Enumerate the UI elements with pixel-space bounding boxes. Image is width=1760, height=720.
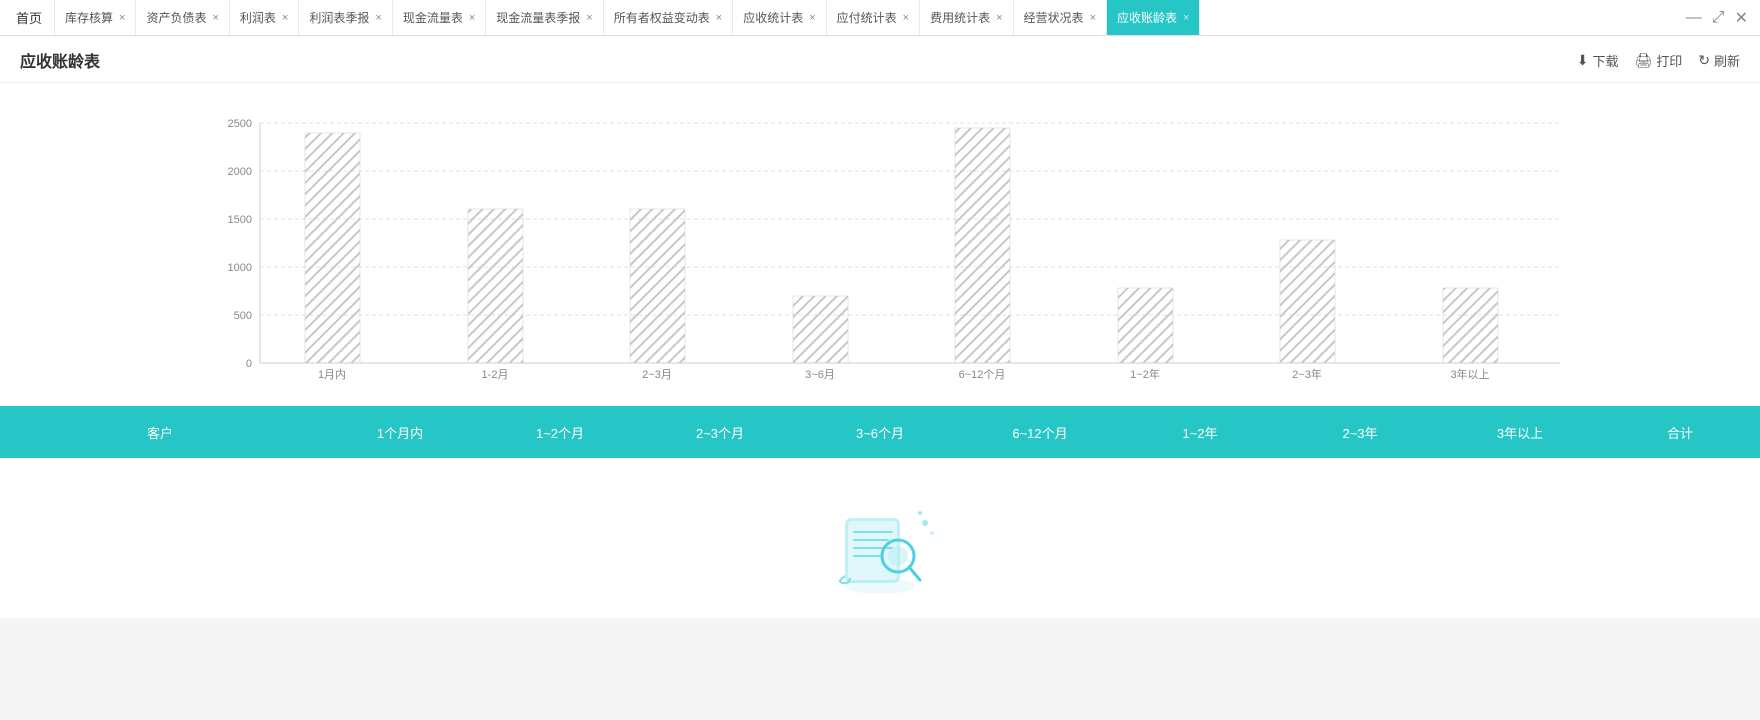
tab-home[interactable]: 首页 [4, 0, 55, 36]
tab-ar-aging[interactable]: 应收账龄表 × [1107, 0, 1200, 36]
svg-text:3年以上: 3年以上 [1450, 367, 1489, 381]
col-3plus-year: 3年以上 [1440, 406, 1600, 458]
tab-close-icon[interactable]: × [716, 12, 722, 24]
empty-illustration [820, 498, 940, 598]
svg-text:2500: 2500 [228, 118, 252, 130]
maximize-button[interactable]: ⤢ [1708, 7, 1729, 29]
bar-1-2month [468, 209, 523, 363]
print-icon: 🖨 [1634, 52, 1652, 69]
tab-equity[interactable]: 所有者权益变动表 × [604, 0, 733, 36]
svg-text:1500: 1500 [228, 214, 252, 226]
refresh-button[interactable]: ↻ 刷新 [1698, 51, 1740, 70]
tab-ap-stat[interactable]: 应付统计表 × [827, 0, 920, 36]
chart-container: 0 500 1000 1500 2000 2500 1月内 1-2月 2~3月 [30, 103, 1730, 396]
tab-bar: 首页 库存核算 × 资产负债表 × 利润表 × 利润表季报 × 现金流量表 × … [0, 0, 1760, 36]
tab-close-icon[interactable]: × [1090, 12, 1096, 24]
tab-close-icon[interactable]: × [282, 12, 288, 24]
download-icon: ⬇ [1577, 52, 1589, 69]
download-button[interactable]: ⬇ 下载 [1577, 51, 1619, 70]
col-2-3year: 2~3年 [1280, 406, 1440, 458]
svg-text:2000: 2000 [228, 166, 252, 178]
page-header: 应收账龄表 ⬇ 下载 🖨 打印 ↻ 刷新 [0, 36, 1760, 83]
bar-1month [305, 133, 360, 363]
svg-text:1000: 1000 [228, 262, 252, 274]
tab-profit[interactable]: 利润表 × [230, 0, 299, 36]
bar-2-3month [630, 209, 685, 363]
col-3-6month: 3~6个月 [800, 406, 960, 458]
col-1-2year: 1~2年 [1120, 406, 1280, 458]
empty-state [0, 458, 1760, 618]
tab-inventory[interactable]: 库存核算 × [55, 0, 136, 36]
tab-ar-stat[interactable]: 应收统计表 × [733, 0, 826, 36]
refresh-icon: ↻ [1698, 52, 1710, 69]
tab-expense-stat[interactable]: 费用统计表 × [920, 0, 1013, 36]
bar-3-6month [793, 296, 848, 363]
tab-close-icon[interactable]: × [1183, 12, 1189, 24]
svg-text:2~3年: 2~3年 [1292, 367, 1322, 381]
main-content: 0 500 1000 1500 2000 2500 1月内 1-2月 2~3月 [0, 83, 1760, 618]
tab-close-icon[interactable]: × [809, 12, 815, 24]
tab-close-icon[interactable]: × [119, 12, 125, 24]
col-1-2month: 1~2个月 [480, 406, 640, 458]
svg-text:6~12个月: 6~12个月 [959, 368, 1006, 381]
svg-text:2~3月: 2~3月 [642, 369, 672, 381]
tab-close-icon[interactable]: × [586, 12, 592, 24]
aging-chart: 0 500 1000 1500 2000 2500 1月内 1-2月 2~3月 [30, 103, 1730, 393]
svg-text:1~2年: 1~2年 [1130, 367, 1160, 381]
tab-cashflow[interactable]: 现金流量表 × [393, 0, 486, 36]
svg-text:3~6月: 3~6月 [805, 369, 835, 381]
svg-text:500: 500 [234, 310, 252, 322]
minimize-button[interactable]: — [1682, 7, 1706, 29]
tab-close-icon[interactable]: × [469, 12, 475, 24]
bar-1-2year [1118, 288, 1173, 363]
close-window-button[interactable]: ✕ [1731, 6, 1752, 30]
svg-text:1月内: 1月内 [318, 367, 346, 381]
bar-6-12month [955, 128, 1010, 363]
tab-close-icon[interactable]: × [996, 12, 1002, 24]
tab-bar-controls: — ⤢ ✕ [1682, 6, 1756, 30]
tab-balance[interactable]: 资产负债表 × [136, 0, 229, 36]
tab-close-icon[interactable]: × [903, 12, 909, 24]
tab-profit-quarterly[interactable]: 利润表季报 × [299, 0, 392, 36]
col-total: 合计 [1600, 406, 1760, 458]
col-6-12month: 6~12个月 [960, 406, 1120, 458]
header-actions: ⬇ 下载 🖨 打印 ↻ 刷新 [1577, 51, 1740, 70]
tab-cashflow-quarterly[interactable]: 现金流量表季报 × [486, 0, 603, 36]
bar-2-3year [1280, 240, 1335, 363]
col-2-3month: 2~3个月 [640, 406, 800, 458]
bar-3plus-year [1443, 288, 1498, 363]
chart-area: 0 500 1000 1500 2000 2500 1月内 1-2月 2~3月 [0, 83, 1760, 406]
tab-close-icon[interactable]: × [212, 12, 218, 24]
table-header: 客户 1个月内 1~2个月 2~3个月 3~6个月 6~12个月 1~2年 2~… [0, 406, 1760, 458]
col-customer: 客户 [0, 406, 320, 458]
tab-close-icon[interactable]: × [375, 12, 381, 24]
tab-operations[interactable]: 经营状况表 × [1014, 0, 1107, 36]
svg-text:0: 0 [246, 358, 252, 370]
print-button[interactable]: 🖨 打印 [1634, 51, 1682, 70]
col-1month: 1个月内 [320, 406, 480, 458]
page-title: 应收账龄表 [20, 48, 100, 72]
svg-text:1-2月: 1-2月 [482, 369, 509, 381]
